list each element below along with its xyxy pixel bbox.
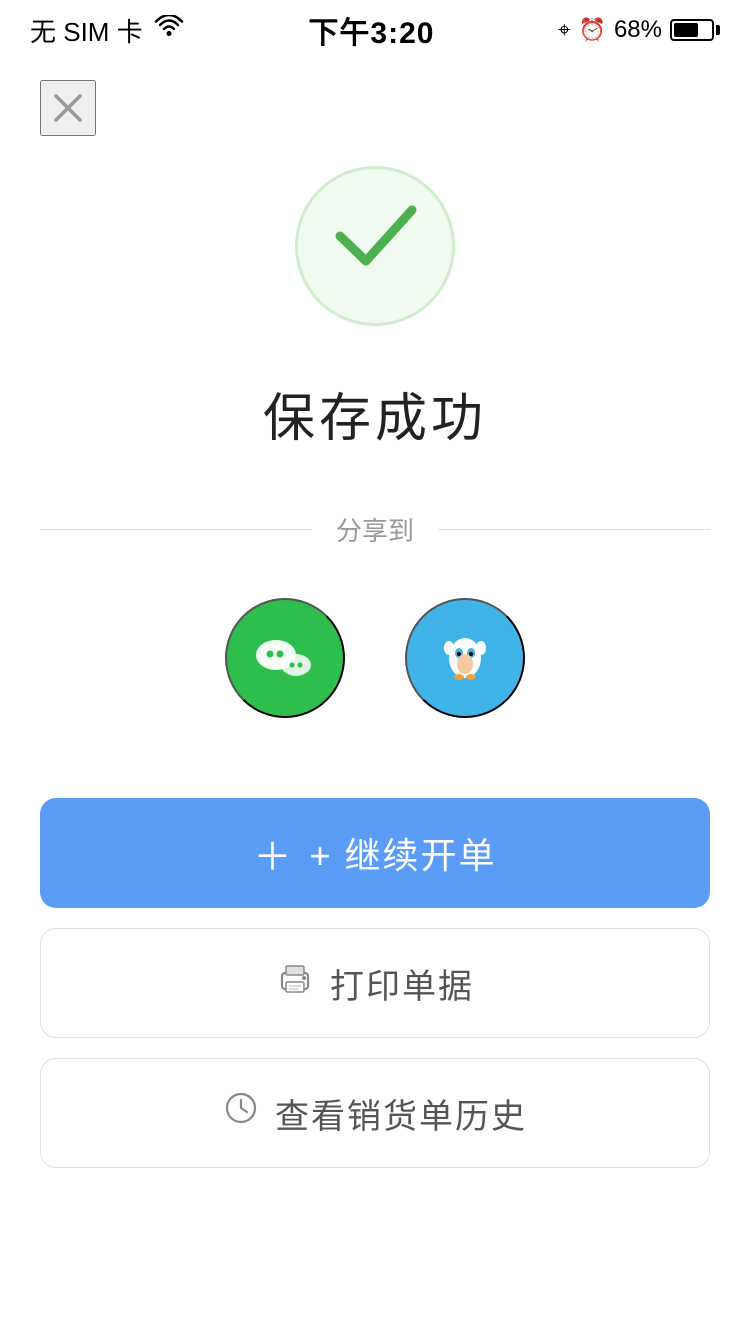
- history-button[interactable]: 查看销货单历史: [40, 1058, 710, 1168]
- alarm-icon: ⏰: [579, 17, 606, 43]
- history-label: 查看销货单历史: [275, 1089, 527, 1138]
- status-left: 无 SIM 卡: [30, 12, 185, 49]
- no-sim-label: 无 SIM 卡: [30, 12, 143, 49]
- printer-icon: [276, 960, 314, 1006]
- qq-share-button[interactable]: [405, 598, 525, 718]
- divider-right: [438, 529, 710, 530]
- main-content: 保存成功 分享到: [0, 60, 750, 1334]
- history-icon: [223, 1090, 259, 1136]
- plus-icon: ＋: [253, 826, 293, 881]
- location-icon: ⌖: [558, 17, 570, 43]
- battery-icon: [670, 19, 720, 41]
- close-button[interactable]: [40, 80, 96, 136]
- share-label: 分享到: [336, 511, 414, 548]
- success-title: 保存成功: [263, 376, 487, 451]
- status-bar: 无 SIM 卡 下午3:20 ⌖ ⏰ 68%: [0, 0, 750, 60]
- wechat-share-button[interactable]: [225, 598, 345, 718]
- close-area: [40, 60, 710, 166]
- status-time: 下午3:20: [308, 8, 434, 52]
- status-right: ⌖ ⏰ 68%: [558, 16, 720, 44]
- wifi-icon: [153, 15, 185, 46]
- success-icon-wrapper: [295, 166, 455, 326]
- share-icons: [225, 598, 525, 718]
- battery-percent: 68%: [614, 16, 662, 44]
- print-button[interactable]: 打印单据: [40, 928, 710, 1038]
- action-buttons: ＋ + 继续开单 打印单据: [40, 798, 710, 1168]
- print-label: 打印单据: [330, 959, 474, 1008]
- divider-left: [40, 529, 312, 530]
- share-divider: 分享到: [40, 511, 710, 548]
- continue-label: + 继续开单: [309, 827, 496, 879]
- check-icon: [330, 196, 420, 291]
- continue-button[interactable]: ＋ + 继续开单: [40, 798, 710, 908]
